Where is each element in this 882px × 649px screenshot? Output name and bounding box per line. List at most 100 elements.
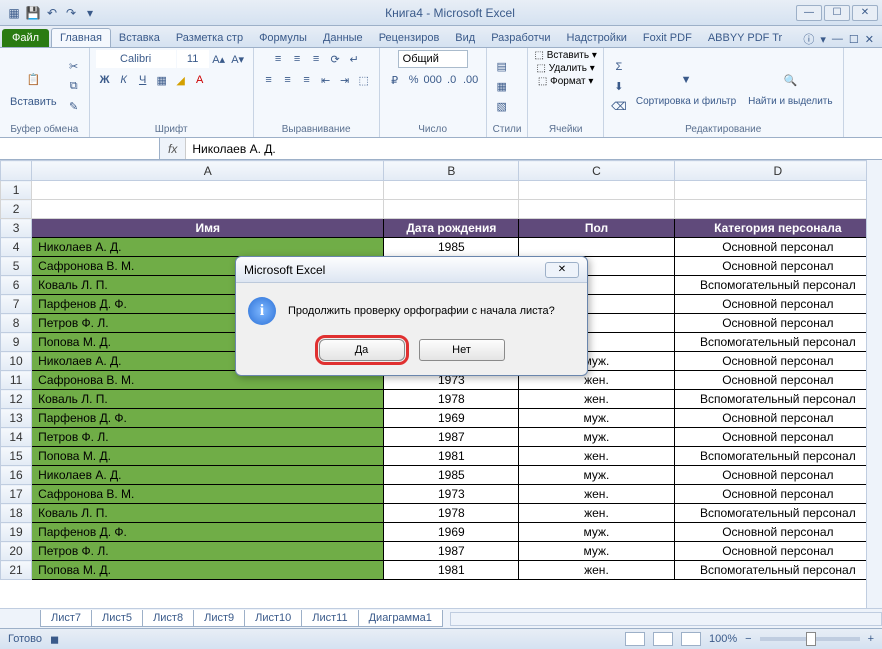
cell-name[interactable]: Коваль Л. П. bbox=[32, 390, 384, 409]
cell-name[interactable]: Парфенов Д. Ф. bbox=[32, 523, 384, 542]
row-header[interactable]: 18 bbox=[1, 504, 32, 523]
cell-name[interactable]: Петров Ф. Л. bbox=[32, 428, 384, 447]
minimize-button[interactable]: — bbox=[796, 5, 822, 21]
formula-input[interactable]: Николаев А. Д. bbox=[185, 138, 882, 159]
sheet-tab[interactable]: Лист10 bbox=[244, 610, 302, 627]
align-mid-icon[interactable]: ≡ bbox=[288, 50, 306, 68]
row-header[interactable]: 11 bbox=[1, 371, 32, 390]
inc-decimal-icon[interactable]: .0 bbox=[443, 71, 461, 89]
format-painter-icon[interactable]: ✎ bbox=[65, 98, 83, 116]
cell-name[interactable]: Коваль Л. П. bbox=[32, 504, 384, 523]
cell-cat[interactable]: Вспомогательный персонал bbox=[674, 390, 881, 409]
cell-cat[interactable]: Основной персонал bbox=[674, 371, 881, 390]
cell-dob[interactable]: 1987 bbox=[384, 428, 519, 447]
cell-cat[interactable]: Вспомогательный персонал bbox=[674, 276, 881, 295]
zoom-in-icon[interactable]: + bbox=[868, 633, 874, 645]
doc-close-icon[interactable]: ✕ bbox=[865, 33, 874, 46]
name-box[interactable] bbox=[0, 138, 160, 159]
cell-sex[interactable]: жен. bbox=[519, 447, 674, 466]
cell-name[interactable]: Парфенов Д. Ф. bbox=[32, 409, 384, 428]
cell-cat[interactable]: Основной персонал bbox=[674, 257, 881, 276]
grow-font-icon[interactable]: A▴ bbox=[210, 50, 228, 68]
tab-abbyy[interactable]: ABBYY PDF Tr bbox=[700, 29, 790, 47]
column-headers[interactable]: A B C D bbox=[1, 161, 882, 181]
align-right-icon[interactable]: ≡ bbox=[298, 71, 316, 89]
cell-name[interactable]: Николаев А. Д. bbox=[32, 466, 384, 485]
tab-data[interactable]: Данные bbox=[315, 29, 371, 47]
cell-dob[interactable]: 1973 bbox=[384, 485, 519, 504]
indent-inc-icon[interactable]: ⇥ bbox=[336, 71, 354, 89]
qat-more-icon[interactable]: ▾ bbox=[82, 5, 98, 21]
underline-icon[interactable]: Ч bbox=[134, 71, 152, 89]
conditional-format-icon[interactable]: ▤ bbox=[493, 58, 511, 76]
align-top-icon[interactable]: ≡ bbox=[269, 50, 287, 68]
view-normal-icon[interactable] bbox=[625, 632, 645, 646]
sheet-tab[interactable]: Лист7 bbox=[40, 610, 92, 627]
row-header[interactable]: 20 bbox=[1, 542, 32, 561]
cell-name[interactable]: Попова М. Д. bbox=[32, 447, 384, 466]
worksheet-grid[interactable]: A B C D 123 Имя Дата рождения Пол Катего… bbox=[0, 160, 882, 608]
row-header[interactable]: 15 bbox=[1, 447, 32, 466]
cell-cat[interactable]: Основной персонал bbox=[674, 485, 881, 504]
cell-dob[interactable]: 1978 bbox=[384, 504, 519, 523]
delete-cells-button[interactable]: ⬚ Удалить ▾ bbox=[537, 63, 595, 74]
row-header[interactable]: 12 bbox=[1, 390, 32, 409]
find-select-button[interactable]: 🔍 Найти и выделить bbox=[744, 64, 836, 109]
close-button[interactable]: ✕ bbox=[852, 5, 878, 21]
table-style-icon[interactable]: ▦ bbox=[493, 78, 511, 96]
yes-button[interactable]: Да bbox=[319, 339, 405, 361]
tab-addins[interactable]: Надстройки bbox=[559, 29, 635, 47]
cell-dob[interactable]: 1987 bbox=[384, 542, 519, 561]
cell-name[interactable]: Попова М. Д. bbox=[32, 561, 384, 580]
align-bot-icon[interactable]: ≡ bbox=[307, 50, 325, 68]
horizontal-scrollbar[interactable] bbox=[450, 612, 882, 626]
zoom-out-icon[interactable]: − bbox=[745, 633, 751, 645]
cell-sex[interactable]: муж. bbox=[519, 409, 674, 428]
row-header[interactable]: 4 bbox=[1, 238, 32, 257]
sheet-tab[interactable]: Диаграмма1 bbox=[358, 610, 443, 627]
cell-cat[interactable]: Основной персонал bbox=[674, 295, 881, 314]
cell-cat[interactable]: Основной персонал bbox=[674, 542, 881, 561]
cell-sex[interactable]: жен. bbox=[519, 390, 674, 409]
row-header[interactable]: 7 bbox=[1, 295, 32, 314]
cell-cat[interactable]: Основной персонал bbox=[674, 523, 881, 542]
macro-record-icon[interactable]: ◼ bbox=[50, 633, 59, 646]
bold-icon[interactable]: Ж bbox=[96, 71, 114, 89]
sheet-tab[interactable]: Лист8 bbox=[142, 610, 194, 627]
cell-sex[interactable]: муж. bbox=[519, 466, 674, 485]
merge-icon[interactable]: ⬚ bbox=[355, 71, 373, 89]
cell-dob[interactable]: 1969 bbox=[384, 523, 519, 542]
header-name[interactable]: Имя bbox=[32, 219, 384, 238]
cell-sex[interactable]: жен. bbox=[519, 561, 674, 580]
comma-icon[interactable]: 000 bbox=[424, 71, 442, 89]
redo-icon[interactable]: ↷ bbox=[63, 5, 79, 21]
row-header[interactable]: 14 bbox=[1, 428, 32, 447]
row-header[interactable]: 6 bbox=[1, 276, 32, 295]
sheet-tab[interactable]: Лист5 bbox=[91, 610, 143, 627]
border-icon[interactable]: ▦ bbox=[153, 71, 171, 89]
cell-dob[interactable]: 1981 bbox=[384, 561, 519, 580]
row-header[interactable]: 5 bbox=[1, 257, 32, 276]
clear-icon[interactable]: ⌫ bbox=[610, 98, 628, 116]
row-header[interactable]: 3 bbox=[1, 219, 32, 238]
align-left-icon[interactable]: ≡ bbox=[260, 71, 278, 89]
tab-developer[interactable]: Разработчи bbox=[483, 29, 558, 47]
row-header[interactable]: 19 bbox=[1, 523, 32, 542]
cell-dob[interactable]: 1985 bbox=[384, 238, 519, 257]
dec-decimal-icon[interactable]: .00 bbox=[462, 71, 480, 89]
italic-icon[interactable]: К bbox=[115, 71, 133, 89]
cell-cat[interactable]: Основной персонал bbox=[674, 352, 881, 371]
cell-name[interactable]: Петров Ф. Л. bbox=[32, 542, 384, 561]
cell-cat[interactable]: Вспомогательный персонал bbox=[674, 447, 881, 466]
tab-home[interactable]: Главная bbox=[51, 28, 111, 47]
copy-icon[interactable]: ⧉ bbox=[65, 78, 83, 96]
sort-filter-button[interactable]: ▼ Сортировка и фильтр bbox=[632, 64, 740, 109]
tab-insert[interactable]: Вставка bbox=[111, 29, 168, 47]
tab-formulas[interactable]: Формулы bbox=[251, 29, 315, 47]
header-dob[interactable]: Дата рождения bbox=[384, 219, 519, 238]
fill-icon[interactable]: ⬇ bbox=[610, 78, 628, 96]
row-header[interactable]: 9 bbox=[1, 333, 32, 352]
cell-sex[interactable] bbox=[519, 238, 674, 257]
row-header[interactable]: 13 bbox=[1, 409, 32, 428]
maximize-button[interactable]: ☐ bbox=[824, 5, 850, 21]
